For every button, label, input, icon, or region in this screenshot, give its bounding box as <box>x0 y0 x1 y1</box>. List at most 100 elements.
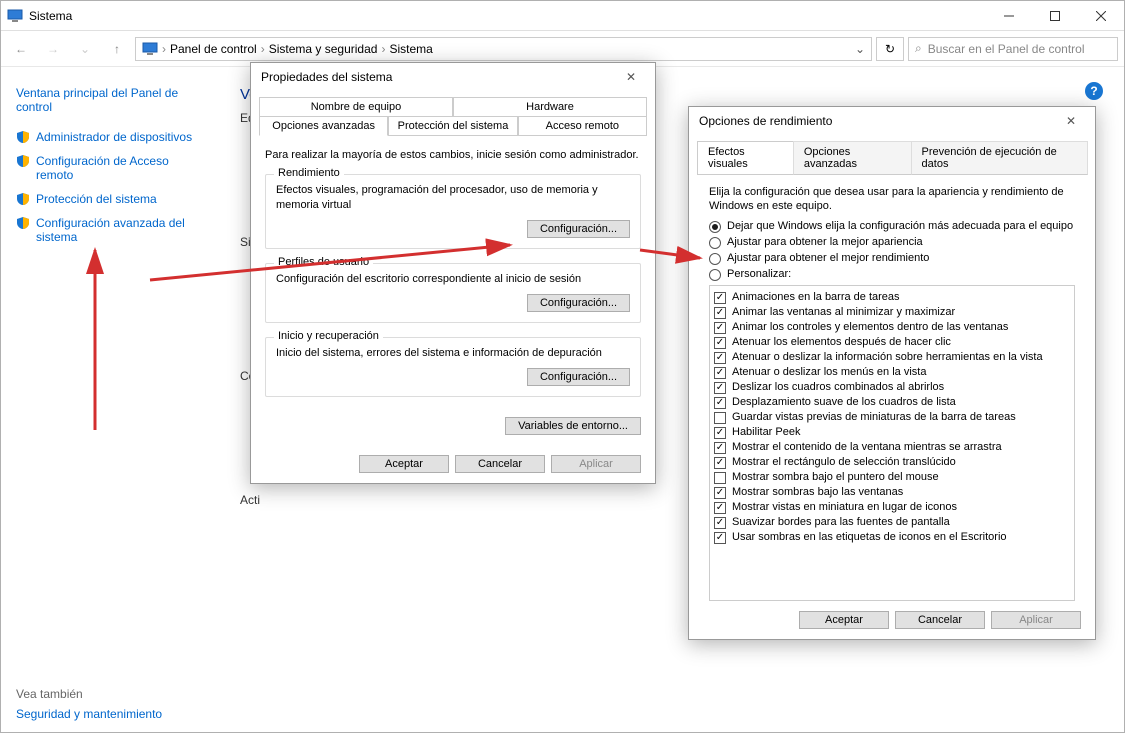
sidebar-task-label: Administrador de dispositivos <box>36 130 192 144</box>
back-button[interactable]: ← <box>7 35 35 63</box>
effect-checkbox[interactable]: ✓Mostrar el contenido de la ventana mien… <box>714 440 1070 455</box>
address-bar[interactable]: › Panel de control › Sistema y seguridad… <box>135 37 872 61</box>
close-button[interactable]: ✕ <box>1051 108 1091 134</box>
cancel-button[interactable]: Cancelar <box>895 611 985 629</box>
dialog-title: Opciones de rendimiento <box>699 114 832 128</box>
performance-settings-button[interactable]: Configuración... <box>527 220 630 238</box>
ok-button[interactable]: Aceptar <box>359 455 449 473</box>
checkbox-icon: ✓ <box>714 502 726 514</box>
effect-checkbox[interactable]: ✓Habilitar Peek <box>714 425 1070 440</box>
apply-button[interactable]: Aplicar <box>551 455 641 473</box>
effect-checkbox[interactable]: Mostrar sombra bajo el puntero del mouse <box>714 470 1070 485</box>
tab-advanced[interactable]: Opciones avanzadas <box>259 116 388 136</box>
radio-best-performance[interactable]: Ajustar para obtener el mejor rendimient… <box>709 252 1075 265</box>
effect-checkbox[interactable]: ✓Suavizar bordes para las fuentes de pan… <box>714 515 1070 530</box>
effect-checkbox[interactable]: ✓Desplazamiento suave de los cuadros de … <box>714 395 1070 410</box>
address-icon <box>142 41 158 57</box>
tab-computer-name[interactable]: Nombre de equipo <box>259 97 453 116</box>
minimize-button[interactable] <box>986 1 1032 31</box>
effect-checkbox[interactable]: ✓Animar los controles y elementos dentro… <box>714 320 1070 335</box>
shield-icon <box>16 192 30 206</box>
sidebar-task-devices[interactable]: Administrador de dispositivos <box>16 130 202 144</box>
control-panel-home-link[interactable]: Ventana principal del Panel de control <box>16 86 202 114</box>
tab-hardware[interactable]: Hardware <box>453 97 647 116</box>
ok-button[interactable]: Aceptar <box>799 611 889 629</box>
checkbox-icon: ✓ <box>714 382 726 394</box>
startup-settings-button[interactable]: Configuración... <box>527 368 630 386</box>
sidebar-task-label: Configuración avanzada del sistema <box>36 216 202 244</box>
forward-button[interactable]: → <box>39 35 67 63</box>
effect-checkbox[interactable]: ✓ Animar las ventanas al minimizar y maxi… <box>714 305 1070 320</box>
visual-effects-help: Elija la configuración que desea usar pa… <box>709 185 1075 214</box>
search-input[interactable]: ⌕ Buscar en el Panel de control <box>908 37 1118 61</box>
checkbox-icon: ✓ <box>714 532 726 544</box>
cancel-button[interactable]: Cancelar <box>455 455 545 473</box>
breadcrumb-1[interactable]: Sistema y seguridad <box>269 42 378 56</box>
checkbox-icon: ✓ <box>714 307 726 319</box>
shield-icon <box>16 216 30 230</box>
environment-variables-button[interactable]: Variables de entorno... <box>505 417 641 435</box>
checkbox-icon: ✓ <box>714 457 726 469</box>
up-button[interactable]: ↑ <box>103 35 131 63</box>
admin-note: Para realizar la mayoría de estos cambio… <box>265 148 641 162</box>
maximize-button[interactable] <box>1032 1 1078 31</box>
effect-checkbox[interactable]: ✓Deslizar los cuadros combinados al abri… <box>714 380 1070 395</box>
checkbox-icon: ✓ <box>714 442 726 454</box>
effect-checkbox[interactable]: ✓Atenuar los elementos después de hacer … <box>714 335 1070 350</box>
checkbox-icon: ✓ <box>714 352 726 364</box>
checkbox-icon: ✓ <box>714 322 726 334</box>
effect-checkbox[interactable]: ✓ Usar sombras en las etiquetas de iconos… <box>714 530 1070 545</box>
checkbox-icon: ✓ <box>714 487 726 499</box>
tab-protection[interactable]: Protección del sistema <box>388 116 517 136</box>
sidebar-task-protection[interactable]: Protección del sistema <box>16 192 202 206</box>
checkbox-icon: ✓ <box>714 517 726 529</box>
titlebar: Sistema <box>1 1 1124 31</box>
checkbox-icon: ✓ <box>714 337 726 349</box>
checkbox-label: Usar sombras en las etiquetas de iconos … <box>732 531 1007 543</box>
checkbox-label: Guardar vistas previas de miniaturas de … <box>732 411 1016 423</box>
checkbox-icon: ✓ <box>714 292 726 304</box>
effects-checklist[interactable]: ✓Animaciones en la barra de tareas✓Anima… <box>709 285 1075 601</box>
effect-checkbox[interactable]: ✓Atenuar o deslizar la información sobre… <box>714 350 1070 365</box>
tab-remote[interactable]: Acceso remoto <box>518 116 647 136</box>
search-icon: ⌕ <box>915 41 922 56</box>
breadcrumb-0[interactable]: Panel de control <box>170 42 257 56</box>
checkbox-label: Animar las ventanas al minimizar y maxim… <box>732 306 955 318</box>
apply-button[interactable]: Aplicar <box>991 611 1081 629</box>
profiles-settings-button[interactable]: Configuración... <box>527 294 630 312</box>
close-button[interactable]: ✕ <box>611 64 651 90</box>
radio-best-appearance[interactable]: Ajustar para obtener la mejor apariencia <box>709 236 1075 249</box>
help-icon[interactable]: ? <box>1085 82 1103 100</box>
checkbox-icon <box>714 472 726 484</box>
effect-checkbox[interactable]: ✓Atenuar o deslizar los menús en la vist… <box>714 365 1070 380</box>
tab-visual-effects[interactable]: Efectos visuales <box>697 141 794 174</box>
radio-let-windows[interactable]: Dejar que Windows elija la configuración… <box>709 220 1075 233</box>
effect-checkbox[interactable]: Guardar vistas previas de miniaturas de … <box>714 410 1070 425</box>
checkbox-icon <box>714 412 726 424</box>
checkbox-label: Desplazamiento suave de los cuadros de l… <box>732 396 956 408</box>
recent-button[interactable]: ⌄ <box>71 35 99 63</box>
effect-checkbox[interactable]: ✓Mostrar vistas en miniatura en lugar de… <box>714 500 1070 515</box>
effect-checkbox[interactable]: ✓Mostrar el rectángulo de selección tran… <box>714 455 1070 470</box>
startup-group: Inicio y recuperación Inicio del sistema… <box>265 337 641 397</box>
address-dropdown-icon[interactable]: ⌄ <box>855 42 865 56</box>
checkbox-label: Habilitar Peek <box>732 426 800 438</box>
checkbox-icon: ✓ <box>714 367 726 379</box>
tab-advanced[interactable]: Opciones avanzadas <box>793 141 912 175</box>
radio-custom[interactable]: Personalizar: <box>709 268 1075 281</box>
tab-dep[interactable]: Prevención de ejecución de datos <box>911 141 1088 175</box>
shield-icon <box>16 154 30 168</box>
effect-checkbox[interactable]: ✓ Mostrar sombras bajo las ventanas <box>714 485 1070 500</box>
effect-checkbox[interactable]: ✓Animaciones en la barra de tareas <box>714 290 1070 305</box>
see-also-link[interactable]: Seguridad y mantenimiento <box>16 707 162 721</box>
dialog-title: Propiedades del sistema <box>261 70 392 84</box>
refresh-button[interactable]: ↻ <box>876 37 904 61</box>
sidebar-task-remote[interactable]: Configuración de Acceso remoto <box>16 154 202 182</box>
checkbox-label: Mostrar sombras bajo las ventanas <box>732 486 903 498</box>
system-properties-dialog: Propiedades del sistema ✕ Nombre de equi… <box>250 62 656 484</box>
group-title: Perfiles de usuario <box>274 256 373 268</box>
radio-icon <box>709 221 721 233</box>
breadcrumb-2[interactable]: Sistema <box>389 42 432 56</box>
close-button[interactable] <box>1078 1 1124 31</box>
sidebar-task-advanced[interactable]: Configuración avanzada del sistema <box>16 216 202 244</box>
